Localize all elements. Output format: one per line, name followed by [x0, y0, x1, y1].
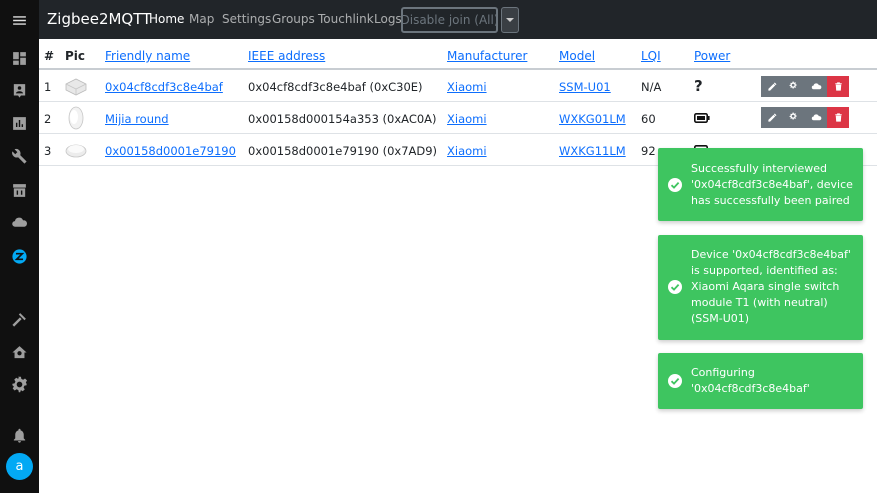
menu-icon[interactable]	[0, 5, 39, 35]
col-lqi[interactable]: LQI	[641, 49, 661, 63]
ota-button[interactable]	[805, 107, 827, 128]
cloud-icon	[811, 83, 821, 90]
ieee-address: 0x00158d0001e79190 (0x7AD9)	[248, 144, 438, 158]
nav-groups[interactable]: Groups	[272, 12, 315, 26]
toast-notification[interactable]: Configuring '0x04cf8cdf3c8e4baf'	[658, 353, 863, 409]
nav-touchlink[interactable]: Touchlink	[318, 12, 374, 26]
home-cog-icon[interactable]	[0, 337, 39, 367]
nav-home[interactable]: Home	[149, 12, 184, 26]
friendly-name-link[interactable]: 0x04cf8cdf3c8e4baf	[105, 80, 223, 94]
edit-icon	[767, 113, 776, 122]
trash-icon	[834, 113, 842, 122]
cogs-icon	[789, 112, 797, 120]
switch-module-image	[65, 78, 87, 96]
rename-button[interactable]	[761, 76, 783, 97]
col-friendly-name[interactable]: Friendly name	[105, 49, 190, 63]
wrench-icon[interactable]	[0, 141, 39, 171]
battery-full-icon	[694, 113, 710, 123]
friendly-name-link[interactable]: Mijia round	[105, 112, 169, 126]
history-icon[interactable]	[0, 108, 39, 138]
model-link[interactable]: WXKG11LM	[559, 144, 626, 158]
configure-button[interactable]	[783, 107, 805, 128]
toast-message: Successfully interviewed '0x04cf8cdf3c8e…	[691, 162, 853, 207]
edit-icon	[767, 82, 776, 91]
manufacturer-link[interactable]: Xiaomi	[447, 112, 487, 126]
cogs-icon	[789, 81, 797, 89]
settings-icon[interactable]	[0, 369, 39, 399]
col-model[interactable]: Model	[559, 49, 595, 63]
hacs-icon[interactable]	[0, 175, 39, 205]
configure-button[interactable]	[783, 76, 805, 97]
notifications-icon[interactable]	[0, 420, 39, 450]
model-link[interactable]: SSM-U01	[559, 80, 611, 94]
manufacturer-link[interactable]: Xiaomi	[447, 144, 487, 158]
nav-settings[interactable]: Settings	[222, 12, 271, 26]
col-manufacturer[interactable]: Manufacturer	[447, 49, 527, 63]
lqi-value: 92	[641, 144, 656, 158]
toast-message: Device '0x04cf8cdf3c8e4baf' is supported…	[691, 248, 851, 325]
row-index: 3	[44, 144, 52, 158]
sidebar: a	[0, 0, 39, 493]
nav-logs[interactable]: Logs	[374, 12, 402, 26]
avatar[interactable]: a	[6, 453, 33, 480]
overview-icon[interactable]	[0, 43, 39, 73]
top-navbar: Zigbee2MQTT Home Map Settings Groups Tou…	[39, 0, 877, 39]
check-circle-icon	[668, 280, 682, 294]
disable-join-button[interactable]: Disable join (All)	[401, 7, 499, 33]
check-circle-icon	[668, 178, 682, 192]
cloud-icon	[811, 114, 821, 121]
row-divider	[39, 101, 877, 102]
delete-button[interactable]	[827, 107, 849, 128]
unknown-power-icon: ?	[694, 77, 703, 95]
row-index: 2	[44, 112, 52, 126]
col-index: #	[44, 49, 55, 63]
row-divider	[39, 133, 877, 134]
ieee-address: 0x00158d000154a353 (0xAC0A)	[248, 112, 437, 126]
rename-button[interactable]	[761, 107, 783, 128]
delete-button[interactable]	[827, 76, 849, 97]
lqi-value: N/A	[641, 80, 662, 94]
cloud-icon[interactable]	[0, 207, 39, 237]
zigbee2mqtt-icon[interactable]	[0, 241, 39, 271]
toast-notification[interactable]: Successfully interviewed '0x04cf8cdf3c8e…	[658, 148, 863, 221]
friendly-name-link[interactable]: 0x00158d0001e79190	[105, 144, 236, 158]
toast-notification[interactable]: Device '0x04cf8cdf3c8e4baf' is supported…	[658, 235, 863, 340]
hammer-icon[interactable]	[0, 304, 39, 334]
col-power[interactable]: Power	[694, 49, 730, 63]
row-index: 1	[44, 80, 52, 94]
col-pic: Pic	[65, 49, 86, 63]
join-dropdown-toggle[interactable]	[501, 7, 519, 33]
check-circle-icon	[668, 374, 682, 388]
ota-button[interactable]	[805, 76, 827, 97]
logbook-icon[interactable]	[0, 75, 39, 105]
wireless-button-image	[65, 144, 87, 158]
manufacturer-link[interactable]: Xiaomi	[447, 80, 487, 94]
brand[interactable]: Zigbee2MQTT	[47, 10, 151, 28]
lqi-value: 60	[641, 112, 656, 126]
wireless-switch-image	[68, 106, 84, 130]
nav-map[interactable]: Map	[189, 12, 214, 26]
trash-icon	[834, 82, 842, 91]
col-ieee-address[interactable]: IEEE address	[248, 49, 325, 63]
header-divider	[39, 68, 877, 70]
ieee-address: 0x04cf8cdf3c8e4baf (0xC30E)	[248, 80, 423, 94]
model-link[interactable]: WXKG01LM	[559, 112, 626, 126]
toast-message: Configuring '0x04cf8cdf3c8e4baf'	[691, 366, 810, 395]
